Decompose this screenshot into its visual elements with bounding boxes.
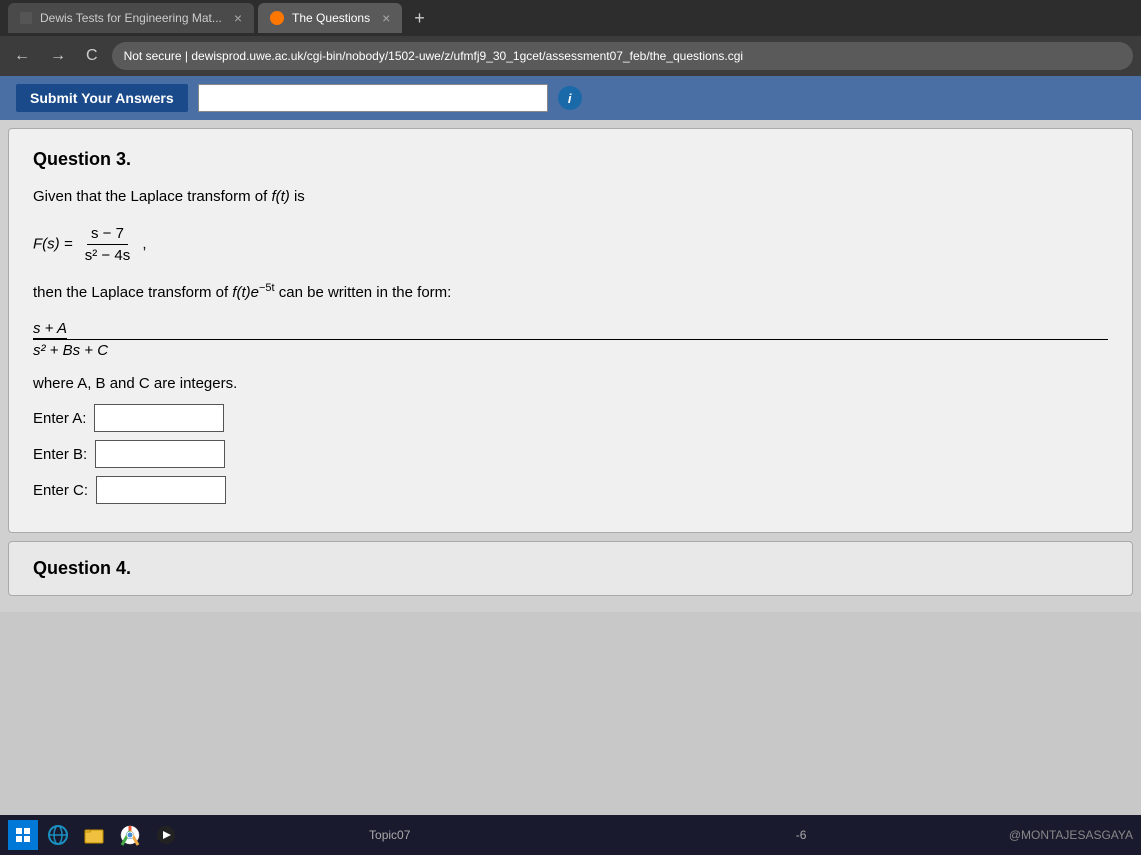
fs-formula: F(s) = s − 7 s² − 4s ,	[33, 225, 1108, 264]
taskbar-watermark: @MONTAJESASGAYA	[1009, 828, 1133, 842]
fraction-denominator: s² − 4s	[81, 245, 134, 264]
tab2-favicon	[270, 11, 284, 25]
form-fraction: s + A s² + Bs + C	[33, 320, 1108, 359]
tab-2[interactable]: The Questions ×	[258, 3, 402, 33]
refresh-button[interactable]: C	[80, 43, 104, 69]
start-button[interactable]	[8, 820, 38, 850]
tab-1[interactable]: Dewis Tests for Engineering Mat... ×	[8, 3, 254, 33]
enter-c-label: Enter C:	[33, 482, 88, 499]
where-text: where A, B and C are integers.	[33, 375, 1108, 392]
submit-button[interactable]: Submit Your Answers	[16, 84, 188, 112]
enter-a-label: Enter A:	[33, 410, 86, 427]
question4-box: Question 4.	[8, 541, 1133, 596]
Fs-label: F(s) =	[33, 235, 73, 252]
transform-line: then the Laplace transform of f(t)e−5t c…	[33, 280, 1108, 305]
enter-c-line: Enter C:	[33, 476, 1108, 504]
tab1-favicon	[20, 12, 32, 24]
back-button[interactable]: ←	[8, 43, 36, 69]
questions-area: Question 3. Given that the Laplace trans…	[0, 120, 1141, 612]
fte-symbol: f(t)e	[232, 284, 259, 301]
file-explorer-icon[interactable]	[78, 819, 110, 851]
enter-b-input[interactable]	[95, 440, 225, 468]
question3-intro: Given that the Laplace transform of f(t)…	[33, 186, 1108, 209]
chrome-icon[interactable]	[114, 819, 146, 851]
ft-symbol: f(t)	[271, 188, 289, 205]
new-tab-button[interactable]: +	[406, 8, 433, 29]
tab2-close[interactable]: ×	[382, 10, 390, 26]
question3-box: Question 3. Given that the Laplace trans…	[8, 128, 1133, 533]
taskbar: Topic07 -6 @MONTAJESASGAYA	[0, 815, 1141, 855]
page-content: Submit Your Answers i Question 3. Given …	[0, 76, 1141, 815]
enter-a-line: Enter A:	[33, 404, 1108, 432]
tab1-close[interactable]: ×	[234, 10, 242, 26]
question3-title: Question 3.	[33, 149, 1108, 170]
forward-button[interactable]: →	[44, 43, 72, 69]
submit-bar: Submit Your Answers i	[0, 76, 1141, 120]
question4-title: Question 4.	[33, 558, 1108, 579]
browser-chrome: Dewis Tests for Engineering Mat... × The…	[0, 0, 1141, 76]
tab1-label: Dewis Tests for Engineering Mat...	[40, 11, 222, 25]
address-bar[interactable]	[112, 42, 1133, 70]
taskbar-center: -6	[597, 828, 1004, 842]
form-numerator: s + A	[33, 320, 67, 339]
enter-b-label: Enter B:	[33, 446, 87, 463]
form-numerator-row: s + A	[33, 320, 1108, 339]
exponent: −5t	[259, 282, 275, 294]
comma: ,	[142, 235, 146, 252]
tab2-label: The Questions	[292, 11, 370, 25]
enter-b-line: Enter B:	[33, 440, 1108, 468]
ie-icon[interactable]	[42, 819, 74, 851]
tab-bar: Dewis Tests for Engineering Mat... × The…	[0, 0, 1141, 36]
fraction-numerator: s − 7	[87, 225, 128, 245]
form-denominator-row: s² + Bs + C	[33, 339, 1108, 359]
media-player-icon[interactable]	[150, 819, 182, 851]
nav-bar: ← → C	[0, 36, 1141, 76]
info-icon[interactable]: i	[558, 86, 582, 110]
top-answer-field[interactable]	[198, 84, 548, 112]
enter-a-input[interactable]	[94, 404, 224, 432]
enter-c-input[interactable]	[96, 476, 226, 504]
fs-fraction: s − 7 s² − 4s	[81, 225, 134, 264]
taskbar-topic: Topic07	[186, 828, 593, 842]
